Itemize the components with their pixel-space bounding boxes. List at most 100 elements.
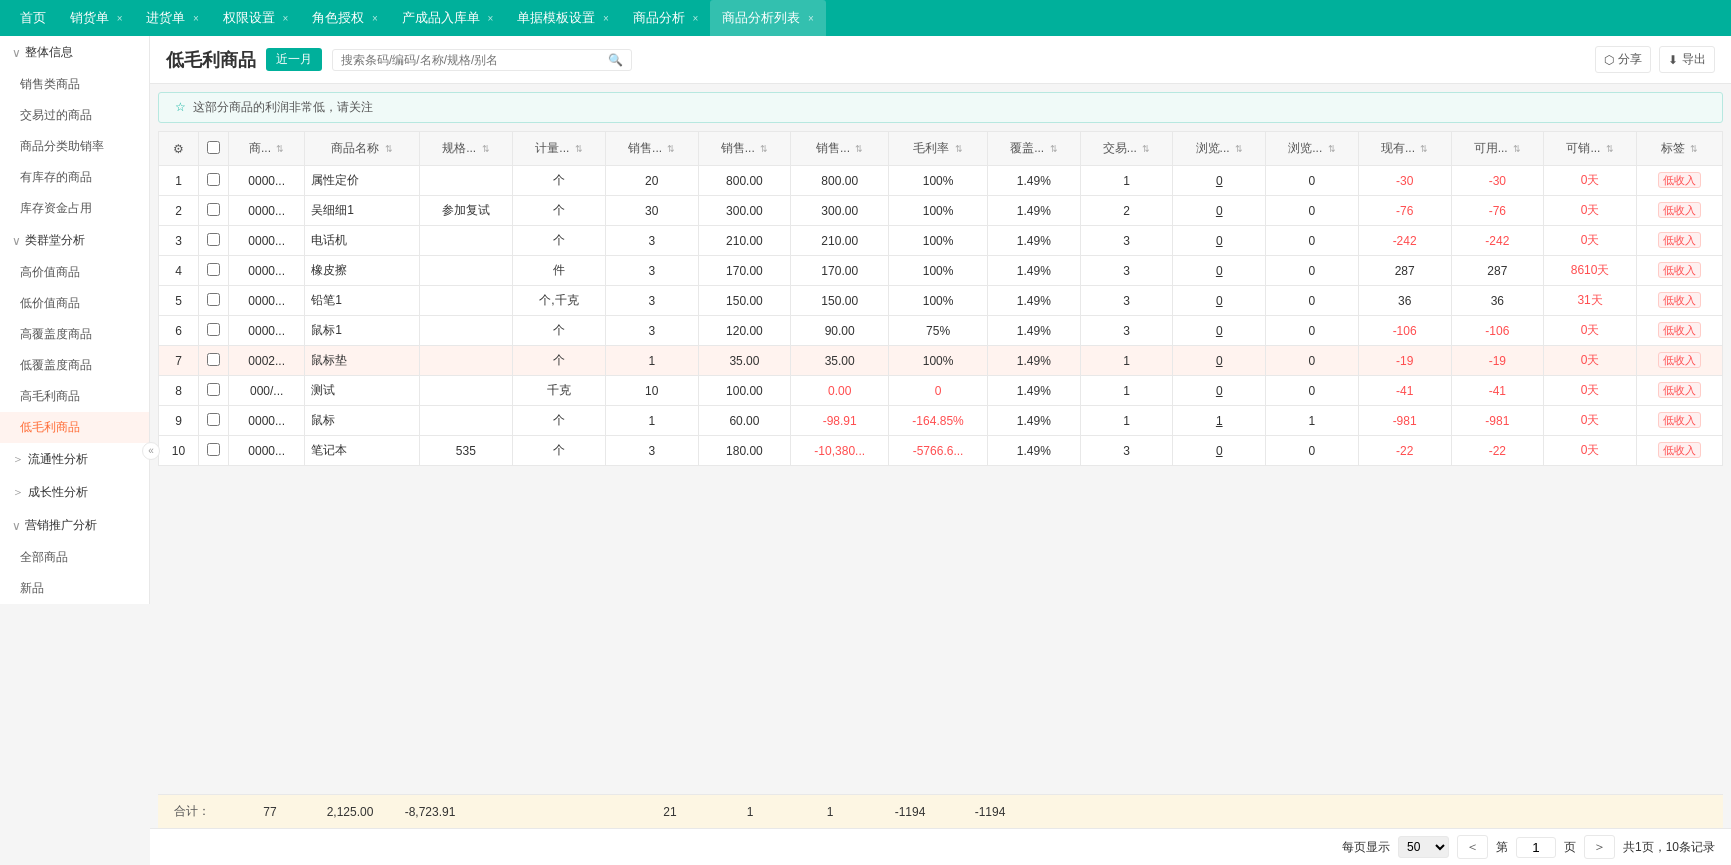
row-checkbox[interactable]: [207, 203, 220, 216]
row-checkbox[interactable]: [207, 413, 220, 426]
cell-sale-price: 180.00: [698, 436, 791, 466]
cell-sale-qty: 3: [605, 286, 698, 316]
export-button[interactable]: ⬇ 导出: [1659, 46, 1715, 73]
row-checkbox[interactable]: [207, 323, 220, 336]
sidebar-item-sales-goods[interactable]: 销售类商品: [0, 69, 149, 100]
cell-code: 0000...: [229, 256, 305, 286]
view1-link[interactable]: 0: [1216, 234, 1223, 248]
col-header-sale-amt[interactable]: 销售... ⇅: [791, 132, 889, 166]
row-checkbox[interactable]: [207, 233, 220, 246]
col-header-view2[interactable]: 浏览... ⇅: [1266, 132, 1359, 166]
nav-goods-analysis-list-close[interactable]: ×: [808, 13, 814, 24]
view1-link[interactable]: 0: [1216, 444, 1223, 458]
sidebar-group-flow[interactable]: ＞ 流通性分析: [0, 443, 149, 476]
col-header-name[interactable]: 商品名称 ⇅: [305, 132, 419, 166]
cell-tag: 低收入: [1636, 166, 1722, 196]
col-header-stock[interactable]: 现有... ⇅: [1358, 132, 1451, 166]
cell-tag: 低收入: [1636, 376, 1722, 406]
nav-permission-close[interactable]: ×: [283, 13, 289, 24]
cell-name: 吴细细1: [305, 196, 419, 226]
col-header-tag[interactable]: 标签 ⇅: [1636, 132, 1722, 166]
sidebar-item-low-value[interactable]: 低价值商品: [0, 288, 149, 319]
sidebar-collapse-button[interactable]: «: [142, 442, 160, 460]
per-page-select[interactable]: 50 100: [1398, 836, 1449, 858]
nav-purchase[interactable]: 进货单 ×: [134, 0, 210, 36]
cell-view2: 0: [1266, 286, 1359, 316]
table-row: 2 0000... 吴细细1 参加复试 个 30 300.00 300.00 1…: [159, 196, 1723, 226]
sidebar-item-low-margin[interactable]: 低毛利商品: [0, 412, 149, 443]
cell-code: 0000...: [229, 406, 305, 436]
row-checkbox[interactable]: [207, 263, 220, 276]
col-header-spec[interactable]: 规格... ⇅: [419, 132, 513, 166]
cell-avail: -41: [1451, 376, 1544, 406]
sidebar-group-overall[interactable]: ∨ 整体信息: [0, 36, 149, 69]
cell-unit: 个: [513, 166, 606, 196]
filter-recent-month[interactable]: 近一月: [266, 48, 322, 71]
col-header-avail[interactable]: 可用... ⇅: [1451, 132, 1544, 166]
col-header-cover[interactable]: 覆盖... ⇅: [987, 132, 1080, 166]
header-actions: ⬡ 分享 ⬇ 导出: [1595, 46, 1715, 73]
view1-link[interactable]: 0: [1216, 204, 1223, 218]
nav-goods-analysis-list[interactable]: 商品分析列表 ×: [710, 0, 825, 36]
nav-home[interactable]: 首页: [8, 0, 58, 36]
view1-link[interactable]: 0: [1216, 174, 1223, 188]
sidebar-group-cluster[interactable]: ∨ 类群堂分析: [0, 224, 149, 257]
nav-goods-analysis-close[interactable]: ×: [692, 13, 698, 24]
col-header-sale-qty[interactable]: 销售... ⇅: [605, 132, 698, 166]
sidebar-item-stock-capital[interactable]: 库存资金占用: [0, 193, 149, 224]
row-checkbox[interactable]: [207, 173, 220, 186]
row-checkbox[interactable]: [207, 293, 220, 306]
view1-link[interactable]: 1: [1216, 414, 1223, 428]
next-page-button[interactable]: ＞: [1584, 835, 1615, 859]
sidebar-item-high-value[interactable]: 高价值商品: [0, 257, 149, 288]
col-header-view1[interactable]: 浏览... ⇅: [1173, 132, 1266, 166]
row-checkbox[interactable]: [207, 353, 220, 366]
view1-link[interactable]: 0: [1216, 264, 1223, 278]
nav-purchase-close[interactable]: ×: [193, 13, 199, 24]
nav-role[interactable]: 角色授权 ×: [300, 0, 389, 36]
cell-cover: 1.49%: [987, 376, 1080, 406]
row-checkbox[interactable]: [207, 443, 220, 456]
nav-permission[interactable]: 权限设置 ×: [211, 0, 300, 36]
sidebar-item-all-goods[interactable]: 全部商品: [0, 542, 149, 573]
nav-sales-close[interactable]: ×: [117, 13, 123, 24]
view1-link[interactable]: 0: [1216, 354, 1223, 368]
sidebar-item-high-coverage[interactable]: 高覆盖度商品: [0, 319, 149, 350]
sidebar-item-high-margin[interactable]: 高毛利商品: [0, 381, 149, 412]
search-icon[interactable]: 🔍: [608, 53, 623, 67]
view1-link[interactable]: 0: [1216, 384, 1223, 398]
sidebar-group-growth[interactable]: ＞ 成长性分析: [0, 476, 149, 509]
sidebar-item-traded-goods[interactable]: 交易过的商品: [0, 100, 149, 131]
col-header-trade[interactable]: 交易... ⇅: [1080, 132, 1173, 166]
col-header-unit[interactable]: 计量... ⇅: [513, 132, 606, 166]
sidebar-item-stocked-goods[interactable]: 有库存的商品: [0, 162, 149, 193]
sidebar-item-low-coverage[interactable]: 低覆盖度商品: [0, 350, 149, 381]
search-input[interactable]: [341, 53, 608, 67]
col-header-sale-price[interactable]: 销售... ⇅: [698, 132, 791, 166]
sidebar-item-new-goods[interactable]: 新品: [0, 573, 149, 604]
nav-role-close[interactable]: ×: [372, 13, 378, 24]
col-header-sell[interactable]: 可销... ⇅: [1544, 132, 1637, 166]
nav-product-entry-close[interactable]: ×: [488, 13, 494, 24]
settings-icon[interactable]: ⚙: [173, 142, 184, 156]
share-button[interactable]: ⬡ 分享: [1595, 46, 1651, 73]
nav-template[interactable]: 单据模板设置 ×: [505, 0, 620, 36]
cell-cover: 1.49%: [987, 436, 1080, 466]
prev-page-button[interactable]: ＜: [1457, 835, 1488, 859]
view1-link[interactable]: 0: [1216, 324, 1223, 338]
col-header-code[interactable]: 商... ⇅: [229, 132, 305, 166]
cell-sale-amt: 300.00: [791, 196, 889, 226]
share-icon: ⬡: [1604, 53, 1614, 67]
sidebar-group-marketing[interactable]: ∨ 营销推广分析: [0, 509, 149, 542]
nav-product-entry[interactable]: 产成品入库单 ×: [390, 0, 505, 36]
view1-link[interactable]: 0: [1216, 294, 1223, 308]
select-all-checkbox[interactable]: [207, 141, 220, 154]
row-checkbox[interactable]: [207, 383, 220, 396]
col-header-gross[interactable]: 毛利率 ⇅: [889, 132, 988, 166]
nav-sales[interactable]: 销货单 ×: [58, 0, 134, 36]
notice-icon: ☆: [175, 100, 186, 114]
nav-goods-analysis[interactable]: 商品分析 ×: [621, 0, 710, 36]
nav-template-close[interactable]: ×: [603, 13, 609, 24]
current-page-input[interactable]: [1516, 837, 1556, 858]
sidebar-item-category-rate[interactable]: 商品分类助销率: [0, 131, 149, 162]
